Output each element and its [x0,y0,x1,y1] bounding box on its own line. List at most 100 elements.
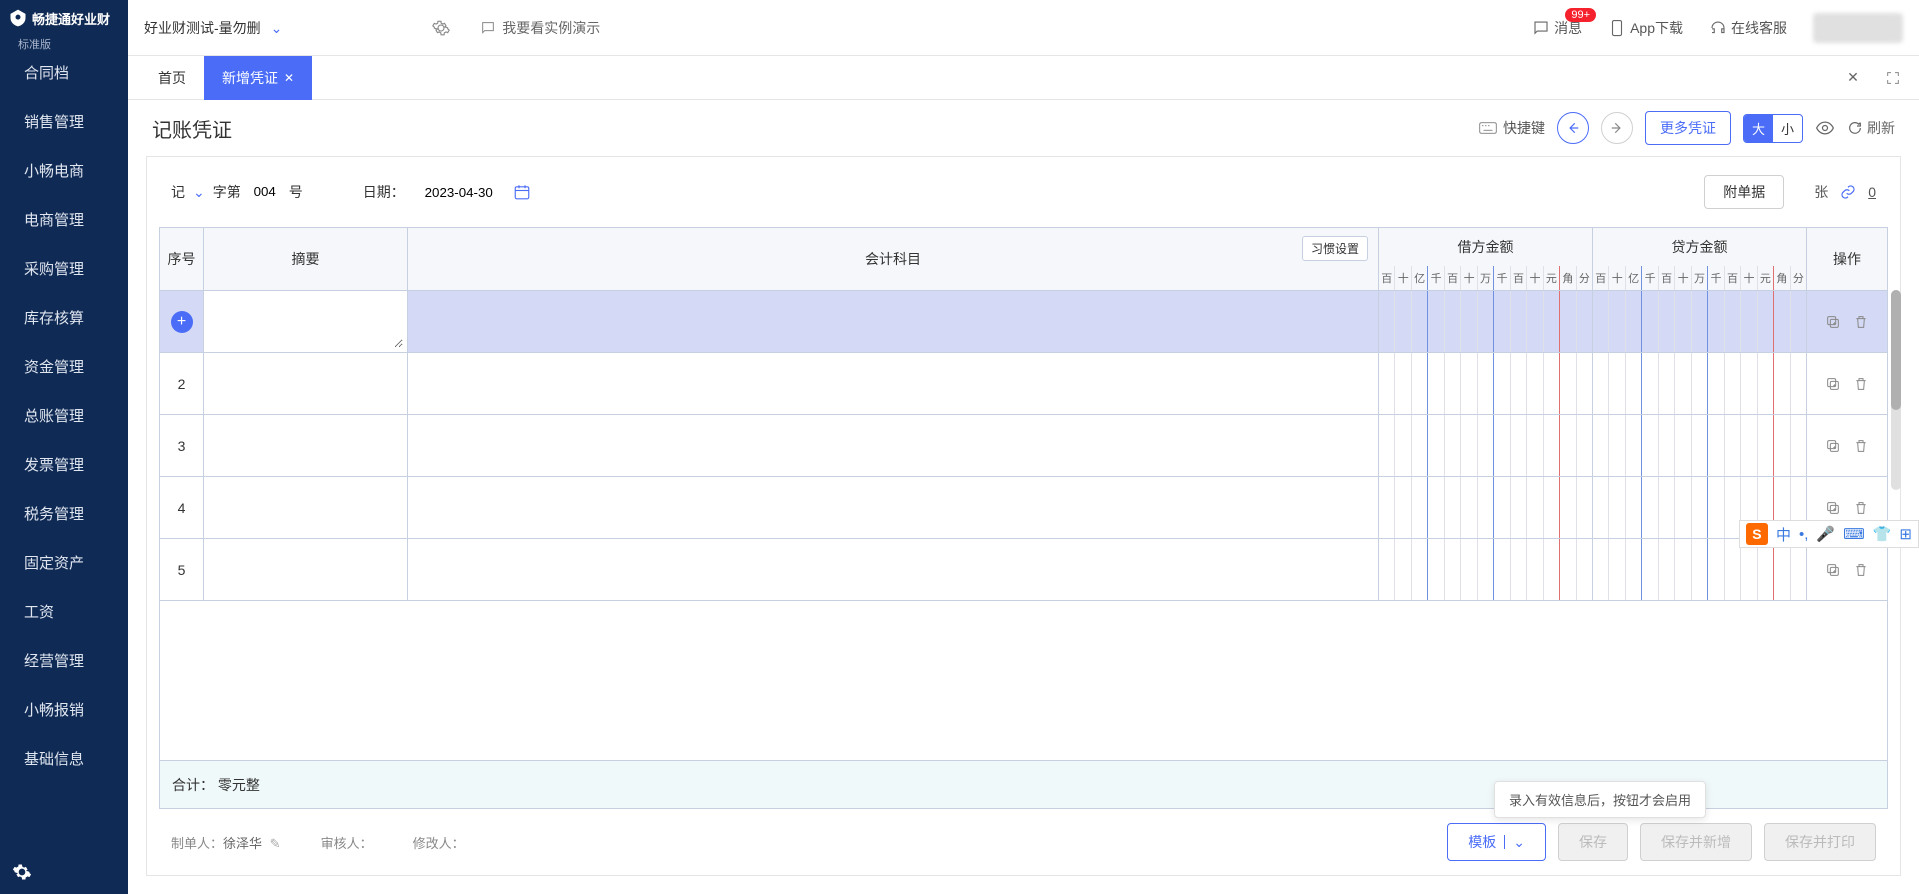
nav-item[interactable]: 资金管理 [0,342,128,391]
cell-summary[interactable] [204,291,408,352]
attach-button[interactable]: 附单据 [1704,175,1784,209]
demo-link[interactable]: 我要看实例演示 [480,18,600,38]
nav-item[interactable]: 电商管理 [0,195,128,244]
refresh-button[interactable]: 刷新 [1847,118,1895,138]
nav-item[interactable]: 小畅电商 [0,146,128,195]
prev-button[interactable] [1557,112,1589,144]
download-label: App下载 [1630,18,1683,38]
delete-icon[interactable] [1853,500,1869,516]
cell-account[interactable] [408,539,1379,600]
table-row[interactable]: 5 [160,539,1887,601]
settings-button[interactable] [432,19,450,37]
copy-icon[interactable] [1825,562,1841,578]
scrollbar-thumb[interactable] [1891,290,1901,410]
nav-item[interactable]: 基础信息 [0,734,128,783]
cell-account[interactable] [408,353,1379,414]
nav-item[interactable]: 经营管理 [0,636,128,685]
messages-button[interactable]: 消息 99+ [1532,18,1582,38]
tab-home[interactable]: 首页 [140,56,204,100]
ime-toolbox-icon[interactable]: ⊞ [1899,525,1912,543]
size-small-button[interactable]: 小 [1773,115,1802,142]
cell-debit[interactable] [1379,415,1593,476]
table-row[interactable]: + [160,291,1887,353]
ime-toolbar[interactable]: S 中 •, 🎤 ⌨ 👕 ⊞ [1739,520,1919,548]
nav-item[interactable]: 发票管理 [0,440,128,489]
download-button[interactable]: App下载 [1608,18,1683,38]
cell-account[interactable] [408,415,1379,476]
ime-punct-icon[interactable]: •, [1799,526,1808,543]
size-big-button[interactable]: 大 [1744,115,1773,142]
nav-item[interactable]: 销售管理 [0,97,128,146]
calendar-icon[interactable] [513,183,531,201]
tab-new-voucher[interactable]: 新增凭证 ✕ [204,56,312,100]
expand-icon [1885,70,1901,86]
copy-icon[interactable] [1825,314,1841,330]
copy-icon[interactable] [1825,500,1841,516]
cell-summary[interactable] [204,415,408,476]
close-icon[interactable]: ✕ [284,71,294,85]
edit-icon[interactable]: ✎ [270,836,281,851]
gear-icon [432,19,450,37]
ime-mic-icon[interactable]: 🎤 [1816,525,1835,543]
auditor-info: 审核人： [321,833,373,852]
copy-icon[interactable] [1825,438,1841,454]
avatar[interactable] [1813,13,1903,43]
template-button[interactable]: 模板 ⌄ [1447,823,1546,861]
cell-summary[interactable] [204,539,408,600]
project-selector[interactable]: 好业财测试-量勿删 ⌄ [144,18,282,38]
more-voucher-button[interactable]: 更多凭证 [1645,111,1731,145]
nav-item[interactable]: 总账管理 [0,391,128,440]
col-header-account: 会计科目 习惯设置 [408,228,1379,290]
copy-icon[interactable] [1825,376,1841,392]
next-button[interactable] [1601,112,1633,144]
cell-credit[interactable] [1593,415,1807,476]
summary-input[interactable] [208,295,403,348]
nav-item[interactable]: 库存核算 [0,293,128,342]
cell-credit[interactable] [1593,353,1807,414]
cell-credit[interactable] [1593,291,1807,352]
nav-item[interactable]: 税务管理 [0,489,128,538]
delete-icon[interactable] [1853,376,1869,392]
table-row[interactable]: 4 [160,477,1887,539]
cell-account[interactable] [408,477,1379,538]
cell-summary[interactable] [204,477,408,538]
attach-count[interactable]: 0 [1868,184,1876,200]
cell-debit[interactable] [1379,353,1593,414]
col-header-credit: 贷方金额 百十亿千百十万千百十元角分 [1593,228,1807,290]
cell-debit[interactable] [1379,539,1593,600]
table-row[interactable]: 2 [160,353,1887,415]
view-button[interactable] [1815,118,1835,138]
nav-item[interactable]: 采购管理 [0,244,128,293]
table-row[interactable]: 3 [160,415,1887,477]
delete-icon[interactable] [1853,314,1869,330]
chevron-down-icon[interactable]: ⌄ [193,184,205,201]
close-all-button[interactable]: ✕ [1839,64,1867,92]
cell-account[interactable] [408,291,1379,352]
delete-icon[interactable] [1853,562,1869,578]
fullscreen-button[interactable] [1879,64,1907,92]
sidebar-settings[interactable] [0,850,128,894]
logo-icon [8,8,28,28]
habit-settings-button[interactable]: 习惯设置 [1302,236,1368,261]
ime-skin-icon[interactable]: 👕 [1873,525,1892,543]
delete-icon[interactable] [1853,438,1869,454]
nav-item[interactable]: 小畅报销 [0,685,128,734]
link-icon[interactable] [1840,184,1856,200]
nav-item[interactable]: 固定资产 [0,538,128,587]
digit-cell: 百 [1379,266,1395,290]
ime-lang[interactable]: 中 [1776,524,1791,545]
voucher-number-input[interactable] [249,184,281,200]
date-input[interactable] [415,185,503,200]
cell-summary[interactable] [204,353,408,414]
ime-keyboard-icon[interactable]: ⌨ [1843,525,1865,543]
shortcut-label: 快捷键 [1503,118,1545,138]
service-button[interactable]: 在线客服 [1709,18,1787,38]
cell-debit[interactable] [1379,477,1593,538]
scrollbar[interactable] [1891,290,1901,490]
add-row-button[interactable]: + [171,311,193,333]
cell-debit[interactable] [1379,291,1593,352]
nav-item[interactable]: 合同档 [0,58,128,97]
nav-item[interactable]: 工资 [0,587,128,636]
cell-credit[interactable] [1593,539,1807,600]
shortcut-button[interactable]: 快捷键 [1479,118,1545,138]
